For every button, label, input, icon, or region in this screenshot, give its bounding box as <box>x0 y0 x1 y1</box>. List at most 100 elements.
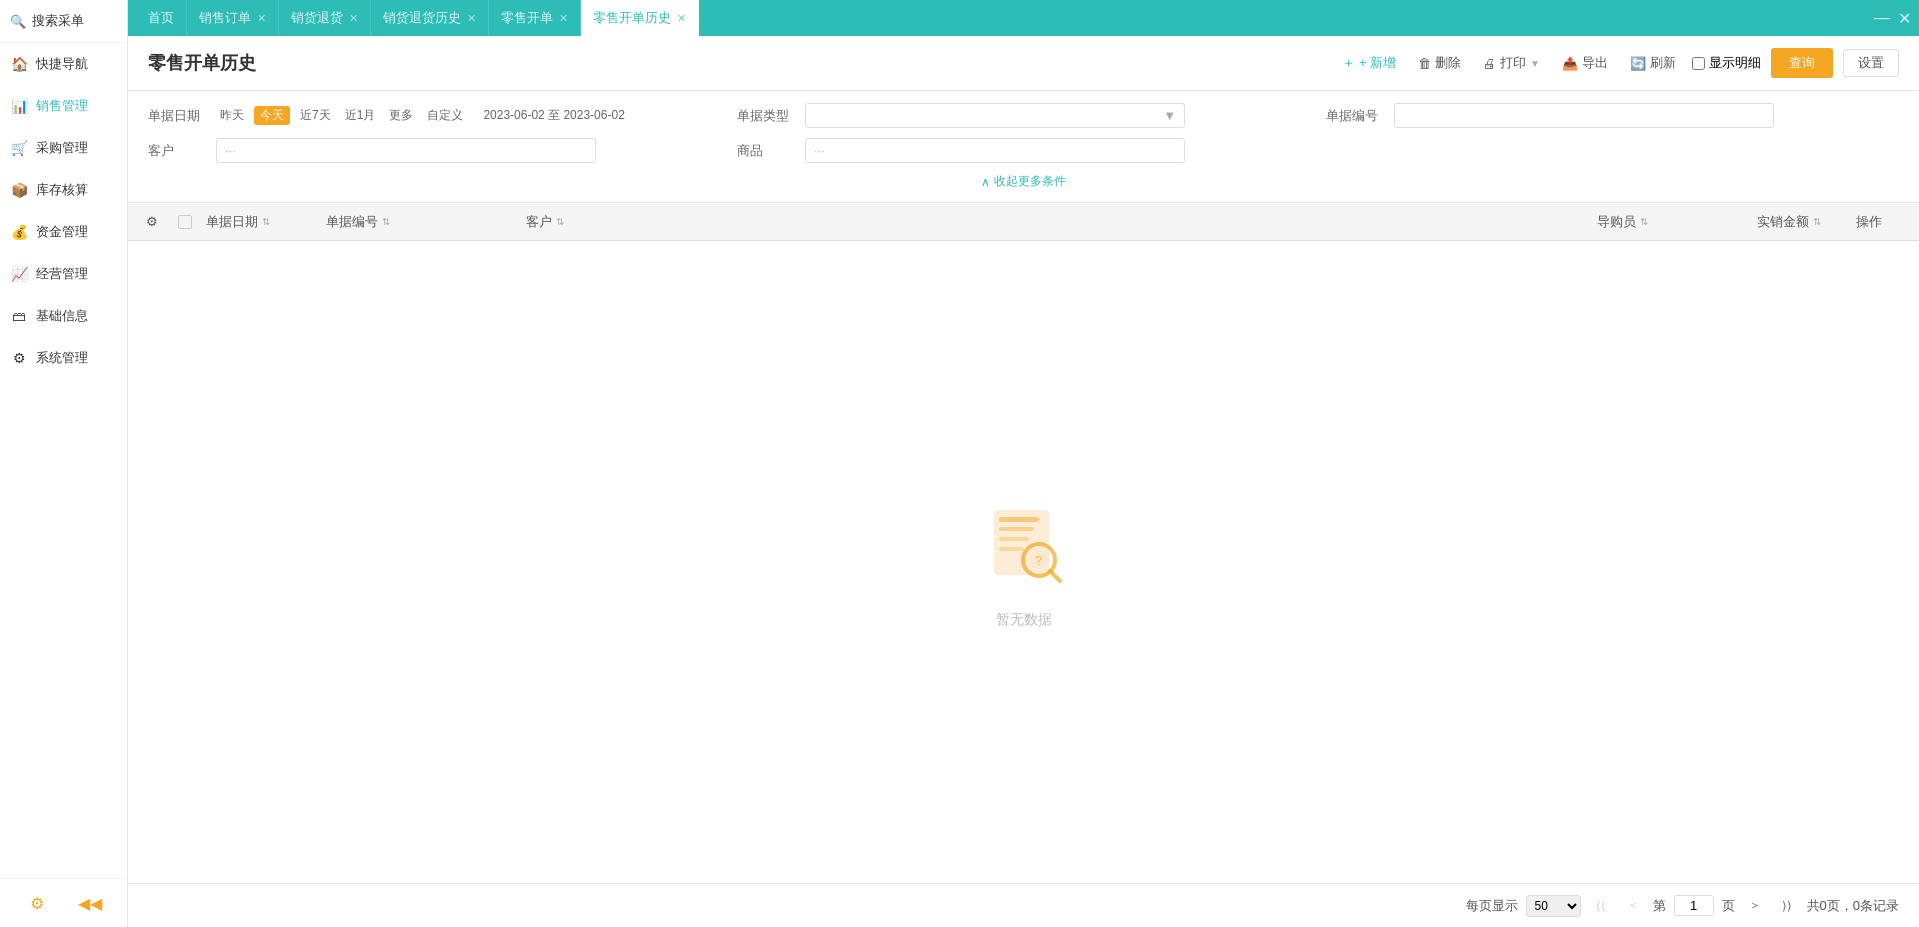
export-button[interactable]: 📤 导出 <box>1556 50 1614 76</box>
close-retail-open-icon[interactable]: ✕ <box>559 12 568 25</box>
tab-retail-open[interactable]: 零售开单 ✕ <box>489 0 581 36</box>
sidebar-search[interactable]: 🔍 搜索采单 <box>0 0 127 43</box>
sort-docno-icon[interactable]: ⇅ <box>382 216 390 227</box>
print-button[interactable]: 🖨 打印 ▼ <box>1477 50 1546 76</box>
table-settings-btn[interactable]: ⚙ <box>138 214 170 229</box>
delete-button[interactable]: 🗑 删除 <box>1412 50 1467 76</box>
sidebar-item-basic[interactable]: 🗃 基础信息 <box>0 295 127 337</box>
col-header-date[interactable]: 单据日期 ⇅ <box>198 213 318 231</box>
sidebar: 🔍 搜索采单 🏠 快捷导航 📊 销售管理 🛒 采购管理 📦 库存核算 💰 资金管… <box>0 0 128 927</box>
display-col-toggle[interactable]: 显示明细 <box>1692 54 1761 72</box>
tab-sales-order[interactable]: 销售订单 ✕ <box>187 0 279 36</box>
sidebar-item-inventory[interactable]: 📦 库存核算 <box>0 169 127 211</box>
tab-sales-return[interactable]: 销货退货 ✕ <box>279 0 371 36</box>
tab-home[interactable]: 首页 <box>136 0 187 36</box>
finance-icon: 💰 <box>10 223 28 241</box>
sidebar-item-purchase[interactable]: 🛒 采购管理 <box>0 127 127 169</box>
sidebar-item-label: 采购管理 <box>36 139 88 157</box>
col-header-amount[interactable]: 实销金额 ⇅ <box>1709 213 1829 231</box>
sidebar-item-sales[interactable]: 📊 销售管理 <box>0 85 127 127</box>
date-yesterday[interactable]: 昨天 <box>216 106 248 125</box>
inventory-icon: 📦 <box>10 181 28 199</box>
close-sales-return-icon[interactable]: ✕ <box>349 12 358 25</box>
add-button[interactable]: ＋ + 新增 <box>1336 50 1402 76</box>
close-btn[interactable]: ✕ <box>1898 9 1911 28</box>
filter-more-toggle[interactable]: ∧ 收起更多条件 <box>148 173 1899 190</box>
page-title: 零售开单历史 <box>148 51 256 87</box>
table-select-all[interactable] <box>170 215 198 229</box>
settings-button[interactable]: 设置 <box>1843 49 1899 77</box>
sidebar-item-quick-nav[interactable]: 🏠 快捷导航 <box>0 43 127 85</box>
date-custom[interactable]: 自定义 <box>423 106 467 125</box>
doc-no-filter: 单据编号 <box>1326 103 1899 128</box>
svg-rect-2 <box>999 527 1034 531</box>
query-button[interactable]: 查询 <box>1771 48 1833 78</box>
col-amount-label: 实销金额 <box>1757 213 1809 231</box>
tab-retail-open-history-label: 零售开单历史 <box>593 9 671 27</box>
display-col-checkbox[interactable] <box>1692 57 1705 70</box>
page-number-input[interactable] <box>1674 895 1714 916</box>
sidebar-item-system[interactable]: ⚙ 系统管理 <box>0 337 127 379</box>
operations-icon: 📈 <box>10 265 28 283</box>
customer-label: 客户 <box>148 142 208 160</box>
display-col-label: 显示明细 <box>1709 54 1761 72</box>
goods-input[interactable]: ··· <box>805 138 1185 163</box>
date-today[interactable]: 今天 <box>254 106 290 125</box>
goods-label: 商品 <box>737 142 797 160</box>
empty-text: 暂无数据 <box>996 611 1052 629</box>
sidebar-item-label: 经营管理 <box>36 265 88 283</box>
sidebar-item-label: 基础信息 <box>36 307 88 325</box>
page-suffix: 页 <box>1722 897 1735 915</box>
toolbar: ＋ + 新增 🗑 删除 🖨 打印 ▼ 📤 导出 🔄 <box>1336 48 1899 90</box>
col-header-docno[interactable]: 单据编号 ⇅ <box>318 213 518 231</box>
date-more[interactable]: 更多 <box>385 106 417 125</box>
window-controls: — ✕ <box>1874 9 1911 28</box>
col-header-customer[interactable]: 客户 ⇅ <box>518 213 1589 231</box>
svg-rect-3 <box>999 537 1029 541</box>
collapse-footer-btn[interactable]: ◀◀ <box>76 889 104 917</box>
refresh-button[interactable]: 🔄 刷新 <box>1624 50 1682 76</box>
page-prev-btn[interactable]: ＜ <box>1621 894 1645 918</box>
tab-sales-return-history[interactable]: 销货退货历史 ✕ <box>371 0 489 36</box>
per-page-label: 每页显示 <box>1466 897 1518 915</box>
customer-input[interactable]: ··· <box>216 138 596 163</box>
filter-row-1: 单据日期 昨天 今天 近7天 近1月 更多 自定义 2023-06-02 至 2… <box>148 103 1899 128</box>
sales-icon: 📊 <box>10 97 28 115</box>
sort-amount-icon[interactable]: ⇅ <box>1813 216 1821 227</box>
page-next-btn[interactable]: ＞ <box>1743 894 1767 918</box>
refresh-label: 刷新 <box>1650 54 1676 72</box>
close-retail-open-history-icon[interactable]: ✕ <box>677 12 686 25</box>
export-icon: 📤 <box>1562 56 1578 71</box>
doc-no-label: 单据编号 <box>1326 107 1386 125</box>
doc-no-input[interactable] <box>1394 103 1774 128</box>
close-sales-return-history-icon[interactable]: ✕ <box>467 12 476 25</box>
system-icon: ⚙ <box>10 349 28 367</box>
date-1month[interactable]: 近1月 <box>341 106 380 125</box>
select-all-checkbox[interactable] <box>178 215 192 229</box>
table-area: ⚙ 单据日期 ⇅ 单据编号 ⇅ 客户 ⇅ 导购员 ⇅ <box>128 203 1919 883</box>
sort-date-icon[interactable]: ⇅ <box>262 216 270 227</box>
date-filter-label: 单据日期 <box>148 107 208 125</box>
sidebar-item-operations[interactable]: 📈 经营管理 <box>0 253 127 295</box>
col-date-label: 单据日期 <box>206 213 258 231</box>
tab-home-label: 首页 <box>148 9 174 27</box>
date-7days[interactable]: 近7天 <box>296 106 335 125</box>
chevron-down-icon: ▼ <box>1163 108 1176 123</box>
chevron-up-icon: ∧ <box>981 175 990 189</box>
tab-retail-open-history[interactable]: 零售开单历史 ✕ <box>581 0 699 36</box>
page-label: 第 <box>1653 897 1666 915</box>
ellipsis-icon: ··· <box>225 143 236 158</box>
col-header-op: 操作 <box>1829 213 1909 231</box>
sort-customer-icon[interactable]: ⇅ <box>556 216 564 227</box>
page-size-select[interactable]: 50 10 20 100 <box>1526 895 1581 917</box>
col-header-guide[interactable]: 导购员 ⇅ <box>1589 213 1709 231</box>
svg-rect-4 <box>999 547 1024 551</box>
doc-type-select[interactable]: ▼ <box>805 103 1185 128</box>
page-first-btn[interactable]: ⟨⟨ <box>1589 894 1613 918</box>
page-last-btn[interactable]: ⟩⟩ <box>1775 894 1799 918</box>
settings-footer-btn[interactable]: ⚙ <box>23 889 51 917</box>
close-sales-order-icon[interactable]: ✕ <box>257 12 266 25</box>
sidebar-item-finance[interactable]: 💰 资金管理 <box>0 211 127 253</box>
sort-guide-icon[interactable]: ⇅ <box>1640 216 1648 227</box>
filter-more-label: 收起更多条件 <box>994 173 1066 190</box>
